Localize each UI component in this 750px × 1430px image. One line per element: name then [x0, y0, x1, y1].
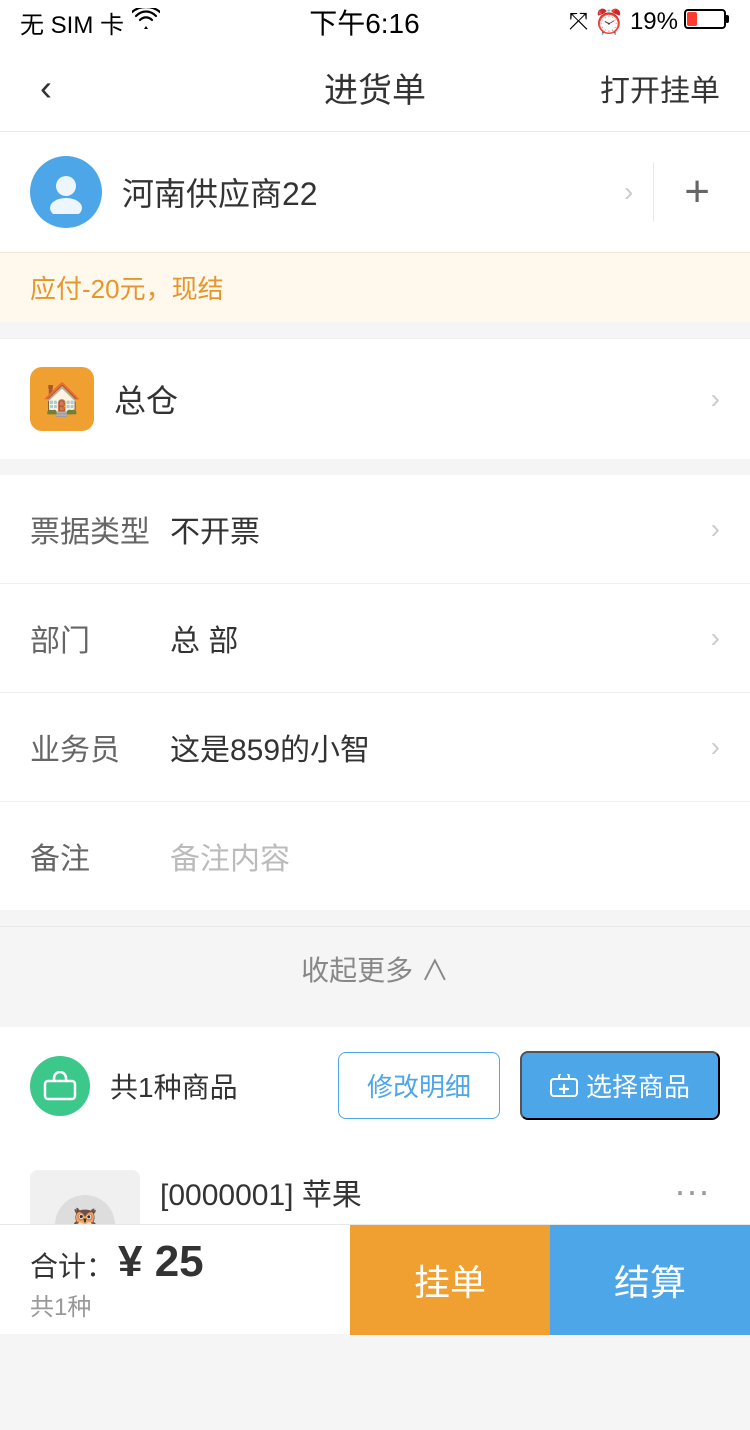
- modify-detail-button[interactable]: 修改明细: [338, 1052, 500, 1119]
- dept-value: 总 部: [150, 616, 711, 660]
- location-icon: ⤧: [569, 8, 588, 36]
- remark-input[interactable]: 备注内容: [150, 834, 720, 878]
- product-code: [0000001]: [160, 1179, 293, 1212]
- collapse-bar[interactable]: 收起更多 ∧: [0, 926, 750, 1011]
- checkout-button[interactable]: 结算: [550, 1225, 750, 1335]
- dept-row[interactable]: 部门 总 部 ›: [0, 584, 750, 693]
- collapse-label: 收起更多 ∧: [301, 955, 449, 986]
- carrier-label: 无 SIM 卡: [20, 5, 124, 40]
- product-title: 苹果: [302, 1179, 362, 1212]
- invoice-value: 不开票: [150, 507, 711, 551]
- sales-value: 这是859的小智: [150, 725, 711, 769]
- open-pending-button[interactable]: 打开挂单: [600, 66, 720, 110]
- page-title: 进货单: [324, 63, 426, 112]
- sales-label: 业务员: [30, 725, 150, 769]
- status-left: 无 SIM 卡: [20, 5, 160, 40]
- back-button[interactable]: ‹: [30, 57, 62, 119]
- invoice-row[interactable]: 票据类型 不开票 ›: [0, 475, 750, 584]
- sales-chevron-icon: ›: [711, 731, 720, 763]
- pend-button[interactable]: 挂单: [350, 1225, 550, 1335]
- form-section: 票据类型 不开票 › 部门 总 部 › 业务员 这是859的小智 › 备注 备注…: [0, 475, 750, 910]
- invoice-chevron-icon: ›: [711, 513, 720, 545]
- battery-label: 19%: [630, 8, 678, 36]
- status-time: 下午6:16: [309, 2, 420, 42]
- supplier-notice: 应付-20元，现结: [0, 252, 750, 322]
- nav-bar: ‹ 进货单 打开挂单: [0, 44, 750, 132]
- product-count-text: 共1种商品: [110, 1066, 318, 1106]
- dept-chevron-icon: ›: [711, 622, 720, 654]
- select-product-label: 选择商品: [586, 1067, 690, 1104]
- supplier-name: 河南供应商22: [122, 169, 624, 215]
- bottom-bar: 合计： ¥ 25 共1种 挂单 结算: [0, 1224, 750, 1334]
- add-supplier-icon[interactable]: +: [674, 167, 720, 217]
- warehouse-chevron-icon: ›: [711, 383, 720, 415]
- total-amount: ¥ 25: [118, 1237, 204, 1287]
- total-sub: 共1种: [30, 1287, 320, 1322]
- battery-icon: [684, 8, 730, 37]
- remark-row[interactable]: 备注 备注内容: [0, 802, 750, 910]
- warehouse-name: 总仓: [114, 376, 711, 422]
- vertical-divider: [653, 162, 654, 222]
- status-right: ⤧ ⏰ 19%: [569, 8, 730, 37]
- supplier-avatar: [30, 156, 102, 228]
- warehouse-section: 🏠 总仓 ›: [0, 338, 750, 459]
- status-bar: 无 SIM 卡 下午6:16 ⤧ ⏰ 19%: [0, 0, 750, 44]
- warehouse-icon: 🏠: [30, 367, 94, 431]
- warehouse-row[interactable]: 🏠 总仓 ›: [0, 338, 750, 459]
- product-header: 共1种商品 修改明细 选择商品: [0, 1027, 750, 1144]
- total-section: 合计： ¥ 25 共1种: [0, 1237, 350, 1322]
- select-product-button[interactable]: 选择商品: [520, 1051, 720, 1120]
- product-count-icon: [30, 1056, 90, 1116]
- invoice-label: 票据类型: [30, 507, 150, 551]
- alarm-icon: ⏰: [594, 8, 624, 37]
- wifi-icon: [132, 8, 160, 37]
- dept-label: 部门: [30, 616, 150, 660]
- supplier-row[interactable]: 河南供应商22 › +: [0, 132, 750, 252]
- remark-label: 备注: [30, 834, 150, 878]
- total-label: 合计：: [30, 1245, 114, 1285]
- product-name: [0000001] 苹果: [160, 1170, 644, 1214]
- sales-row[interactable]: 业务员 这是859的小智 ›: [0, 693, 750, 802]
- product-more-icon[interactable]: ···: [664, 1170, 720, 1212]
- supplier-chevron-icon: ›: [624, 176, 633, 208]
- supplier-section: 河南供应商22 › + 应付-20元，现结: [0, 132, 750, 322]
